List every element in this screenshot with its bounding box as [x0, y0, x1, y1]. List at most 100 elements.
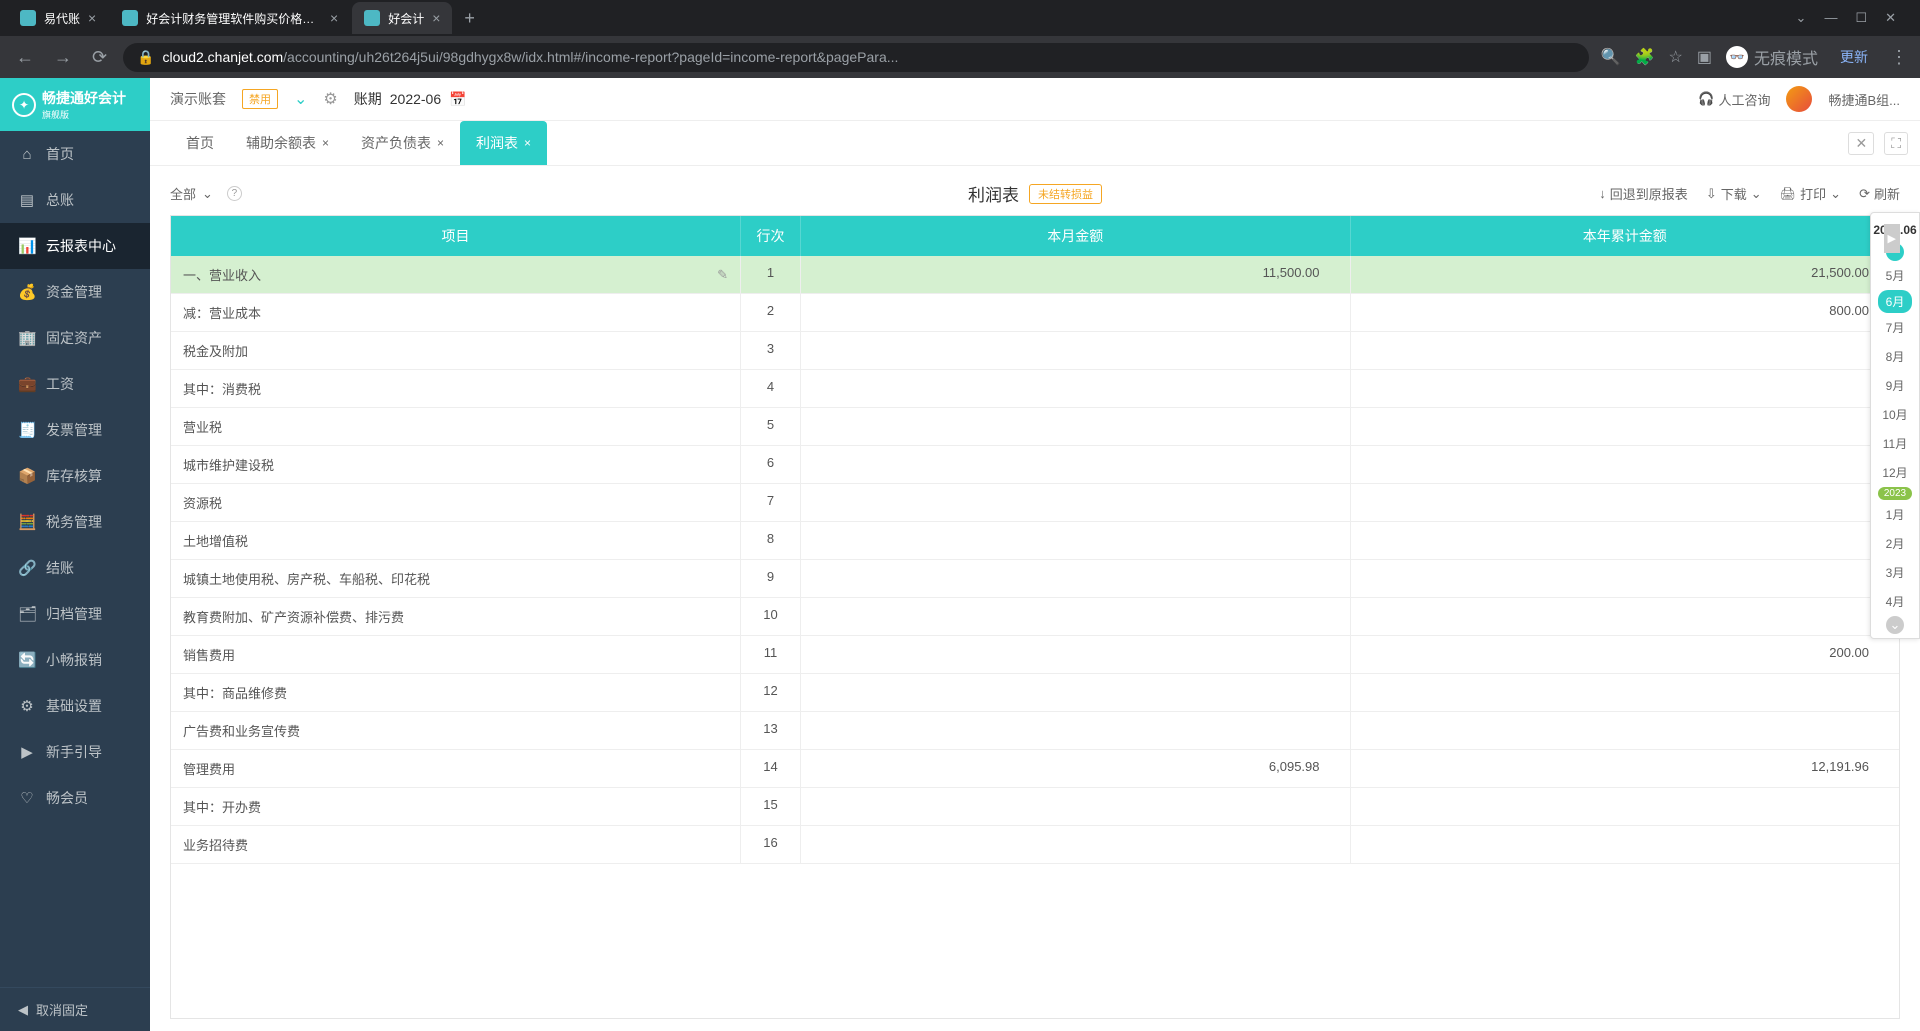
- month-item[interactable]: 5月: [1880, 261, 1911, 290]
- calendar-icon[interactable]: 📅: [449, 91, 466, 108]
- month-item[interactable]: 10月: [1876, 400, 1913, 429]
- browser-tab-1[interactable]: 好会计财务管理软件购买价格及… ×: [110, 2, 350, 34]
- table-row[interactable]: 其中：商品维修费 12: [171, 674, 1899, 712]
- cell-month: [801, 598, 1351, 635]
- extension-icon[interactable]: 🧩: [1635, 47, 1655, 67]
- close-icon[interactable]: ×: [330, 10, 338, 26]
- table-row[interactable]: 广告费和业务宣传费 13: [171, 712, 1899, 750]
- browser-tab-0[interactable]: 易代账 ×: [8, 2, 108, 34]
- print-icon: 🖨: [1780, 186, 1797, 202]
- sidebar-item-2[interactable]: 📊云报表中心: [0, 223, 150, 269]
- month-item[interactable]: 6月: [1878, 290, 1913, 313]
- month-item[interactable]: 3月: [1880, 558, 1911, 587]
- chevron-down-icon[interactable]: ⌄: [1796, 10, 1807, 26]
- fullscreen-icon[interactable]: ⛶: [1884, 132, 1908, 155]
- sidebar-item-4[interactable]: 🏢固定资产: [0, 315, 150, 361]
- close-window-icon[interactable]: ✕: [1885, 10, 1896, 26]
- table-row[interactable]: 资源税 7: [171, 484, 1899, 522]
- help-icon[interactable]: ?: [227, 186, 242, 201]
- support-link[interactable]: 🎧 人工咨询: [1698, 90, 1770, 109]
- page-tab-1[interactable]: 辅助余额表×: [230, 121, 345, 165]
- new-tab-button[interactable]: +: [454, 4, 485, 33]
- sidebar-item-11[interactable]: 🔄小畅报销: [0, 637, 150, 683]
- sidebar-item-8[interactable]: 🧮税务管理: [0, 499, 150, 545]
- month-item[interactable]: 8月: [1880, 342, 1911, 371]
- sidebar-item-13[interactable]: ▶新手引导: [0, 729, 150, 775]
- cell-item: 资源税: [171, 484, 741, 521]
- table-row[interactable]: 减：营业成本 2 800.00: [171, 294, 1899, 332]
- search-icon[interactable]: 🔍: [1601, 47, 1621, 67]
- month-item[interactable]: 1月: [1880, 500, 1911, 529]
- revert-button[interactable]: ↓ 回退到原报表: [1599, 184, 1688, 203]
- month-item[interactable]: 11月: [1877, 429, 1913, 458]
- menu-icon[interactable]: ⋮: [1890, 47, 1908, 68]
- month-item[interactable]: 7月: [1880, 313, 1911, 342]
- sidebar-item-14[interactable]: ♡畅会员: [0, 775, 150, 821]
- reload-button[interactable]: ⟳: [88, 43, 111, 72]
- close-icon[interactable]: ×: [322, 136, 329, 150]
- download-button[interactable]: ⇩ 下载 ⌄: [1706, 184, 1762, 203]
- content-area: 全部 ⌄ ? 利润表 未结转损益 ↓ 回退到原报表 ⇩: [150, 166, 1920, 1031]
- filter-dropdown[interactable]: 全部 ⌄ ?: [170, 184, 242, 203]
- table-row[interactable]: 营业税 5: [171, 408, 1899, 446]
- cell-item: 其中：开办费: [171, 788, 741, 825]
- tab-label: 资产负债表: [361, 133, 431, 153]
- table-row[interactable]: 税金及附加 3: [171, 332, 1899, 370]
- sidebar-item-12[interactable]: ⚙基础设置: [0, 683, 150, 729]
- chevron-down-icon[interactable]: ⌄: [294, 89, 307, 109]
- scroll-right-button[interactable]: ▶: [1884, 224, 1900, 253]
- cell-month: [801, 712, 1351, 749]
- download-icon: ↓: [1599, 186, 1606, 201]
- month-item[interactable]: 9月: [1880, 371, 1911, 400]
- refresh-button[interactable]: ⟳ 刷新: [1859, 184, 1900, 203]
- scroll-down-icon[interactable]: ⌄: [1886, 616, 1904, 634]
- month-item[interactable]: 2月: [1880, 529, 1911, 558]
- account-name[interactable]: 演示账套: [170, 89, 226, 109]
- table-row[interactable]: 管理费用 14 6,095.98 12,191.96: [171, 750, 1899, 788]
- close-tab-icon[interactable]: ✕: [1848, 132, 1874, 155]
- bookmark-icon[interactable]: ▣: [1697, 47, 1712, 67]
- close-icon[interactable]: ×: [432, 10, 440, 26]
- table-row[interactable]: 销售费用 11 200.00: [171, 636, 1899, 674]
- page-tab-3[interactable]: 利润表×: [460, 121, 547, 165]
- update-button[interactable]: 更新: [1832, 43, 1876, 71]
- table-row[interactable]: 其中：开办费 15: [171, 788, 1899, 826]
- table-row[interactable]: 教育费附加、矿产资源补偿费、排污费 10: [171, 598, 1899, 636]
- table-row[interactable]: 一、营业收入✎ 1 11,500.00 21,500.00: [171, 256, 1899, 294]
- table-row[interactable]: 土地增值税 8: [171, 522, 1899, 560]
- table-row[interactable]: 业务招待费 16: [171, 826, 1899, 864]
- minimize-icon[interactable]: —: [1824, 10, 1837, 26]
- edit-icon[interactable]: ✎: [717, 267, 728, 283]
- sidebar-item-9[interactable]: 🔗结账: [0, 545, 150, 591]
- table-row[interactable]: 其中：消费税 4: [171, 370, 1899, 408]
- page-tab-2[interactable]: 资产负债表 ×: [345, 121, 460, 165]
- gear-icon[interactable]: ⚙: [323, 89, 337, 109]
- print-button[interactable]: 🖨 打印 ⌄: [1780, 184, 1841, 203]
- sidebar-item-10[interactable]: 🗂归档管理: [0, 591, 150, 637]
- table-row[interactable]: 城市维护建设税 6: [171, 446, 1899, 484]
- avatar[interactable]: [1786, 86, 1812, 112]
- tab-icon: [122, 10, 138, 26]
- month-item[interactable]: 12月: [1876, 458, 1913, 487]
- maximize-icon[interactable]: ☐: [1855, 10, 1867, 26]
- table-row[interactable]: 城镇土地使用税、房产税、车船税、印花税 9: [171, 560, 1899, 598]
- sidebar-item-0[interactable]: ⌂首页: [0, 131, 150, 177]
- close-icon[interactable]: ×: [437, 136, 444, 150]
- sidebar-item-6[interactable]: 🧾发票管理: [0, 407, 150, 453]
- star-icon[interactable]: ☆: [1669, 47, 1683, 67]
- cell-line: 8: [741, 522, 801, 559]
- sidebar-item-5[interactable]: 💼工资: [0, 361, 150, 407]
- sidebar-item-1[interactable]: ▤总账: [0, 177, 150, 223]
- close-icon[interactable]: ×: [524, 136, 531, 150]
- month-item[interactable]: 4月: [1880, 587, 1911, 616]
- back-button[interactable]: ←: [12, 43, 38, 72]
- forward-button[interactable]: →: [50, 43, 76, 72]
- sidebar-item-3[interactable]: 💰资金管理: [0, 269, 150, 315]
- browser-tab-2[interactable]: 好会计 ×: [352, 2, 452, 34]
- page-tab-0[interactable]: 首页: [170, 121, 230, 165]
- sidebar-unpin[interactable]: ◀ 取消固定: [0, 987, 150, 1031]
- close-icon[interactable]: ×: [88, 10, 96, 26]
- url-bar[interactable]: 🔒 cloud2.chanjet.com/accounting/uh26t264…: [123, 43, 1589, 72]
- sidebar-item-7[interactable]: 📦库存核算: [0, 453, 150, 499]
- user-name[interactable]: 畅捷通B组...: [1828, 90, 1900, 109]
